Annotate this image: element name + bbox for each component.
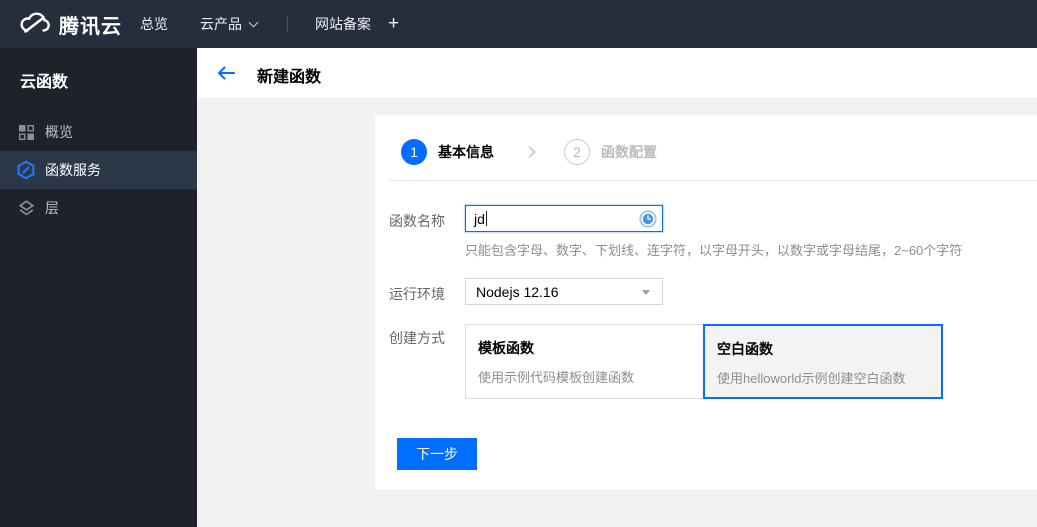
next-step-button[interactable]: 下一步 (397, 438, 477, 470)
sidebar-item-layers[interactable]: 层 (0, 189, 197, 227)
sidebar-title: 云函数 (20, 74, 69, 91)
step-2-indicator: 2 (564, 139, 590, 165)
step-1-indicator: 1 (401, 139, 427, 165)
grid-icon (16, 122, 36, 142)
option-desc: 使用helloworld示例创建空白函数 (717, 371, 906, 386)
create-function-card: 1 基本信息 2 函数配置 函数名称 jd 只能包含字母、数字、下划线、连字符，… (375, 115, 1037, 490)
sidebar-item-function-service[interactable]: 函数服务 (0, 151, 197, 189)
nav-item-cloud-products[interactable]: 云产品 (200, 0, 259, 48)
page-header: 新建函数 (197, 48, 1037, 98)
logo-text: 腾讯云 (59, 15, 122, 38)
select-caret-icon (642, 290, 650, 295)
basic-info-form: 函数名称 jd 只能包含字母、数字、下划线、连字符，以字母开头，以数字或字母结尾… (375, 181, 1037, 470)
nav-add-tab-button[interactable]: + (388, 0, 399, 48)
back-arrow-icon[interactable] (214, 62, 238, 84)
nav-item-overview[interactable]: 总览 (140, 0, 168, 48)
option-title: 模板函数 (478, 340, 534, 356)
function-name-input-wrap: jd (465, 205, 663, 232)
top-navbar: 腾讯云 总览 云产品 网站备案 + (0, 0, 1037, 48)
text-cursor (485, 211, 487, 226)
cloud-logo-icon (18, 10, 50, 38)
content-area: 1 基本信息 2 函数配置 函数名称 jd 只能包含字母、数字、下划线、连字符，… (197, 98, 1037, 527)
function-name-input[interactable]: jd (465, 205, 663, 232)
page-title: 新建函数 (257, 69, 322, 86)
runtime-selected-value: Nodejs 12.16 (476, 283, 559, 300)
function-name-hint: 只能包含字母、数字、下划线、连字符，以字母开头，以数字或字母结尾，2~60个字符 (465, 243, 963, 258)
wizard-steps: 1 基本信息 2 函数配置 (375, 115, 1037, 165)
step-chevron-icon (527, 145, 537, 159)
runtime-label: 运行环境 (389, 286, 445, 302)
option-template-function[interactable]: 模板函数 使用示例代码模板创建函数 (465, 324, 703, 399)
layers-icon (16, 198, 36, 218)
app-window: 腾讯云 总览 云产品 网站备案 + 云函数 概览 函数服务 层 新建函数 1 基… (0, 0, 1037, 527)
validating-clock-icon (639, 210, 657, 231)
runtime-select[interactable]: Nodejs 12.16 (465, 278, 663, 305)
tencent-cloud-logo[interactable]: 腾讯云 (18, 0, 122, 48)
sidebar-item-label: 函数服务 (45, 162, 101, 178)
scf-hexagon-icon (16, 160, 36, 180)
option-blank-function[interactable]: 空白函数 使用helloworld示例创建空白函数 (703, 324, 943, 399)
function-name-label: 函数名称 (389, 213, 445, 229)
nav-divider (287, 15, 288, 33)
creation-method-label: 创建方式 (389, 330, 445, 346)
sidebar-item-label: 层 (45, 200, 59, 216)
option-desc: 使用示例代码模板创建函数 (478, 370, 635, 385)
actions-row: 下一步 (389, 438, 1037, 470)
step-1-label: 基本信息 (438, 144, 494, 160)
option-title: 空白函数 (717, 341, 773, 357)
sidebar-item-overview[interactable]: 概览 (0, 113, 197, 151)
creation-method-options: 模板函数 使用示例代码模板创建函数 空白函数 使用helloworld示例创建空… (465, 324, 943, 399)
sidebar-item-label: 概览 (45, 124, 73, 140)
sidebar: 云函数 概览 函数服务 层 (0, 48, 197, 527)
step-2-label: 函数配置 (601, 144, 657, 160)
nav-item-website-icp[interactable]: 网站备案 (315, 0, 371, 48)
plus-icon: + (388, 13, 400, 34)
chevron-down-icon (248, 17, 259, 27)
sidebar-menu: 概览 函数服务 层 (0, 113, 197, 227)
